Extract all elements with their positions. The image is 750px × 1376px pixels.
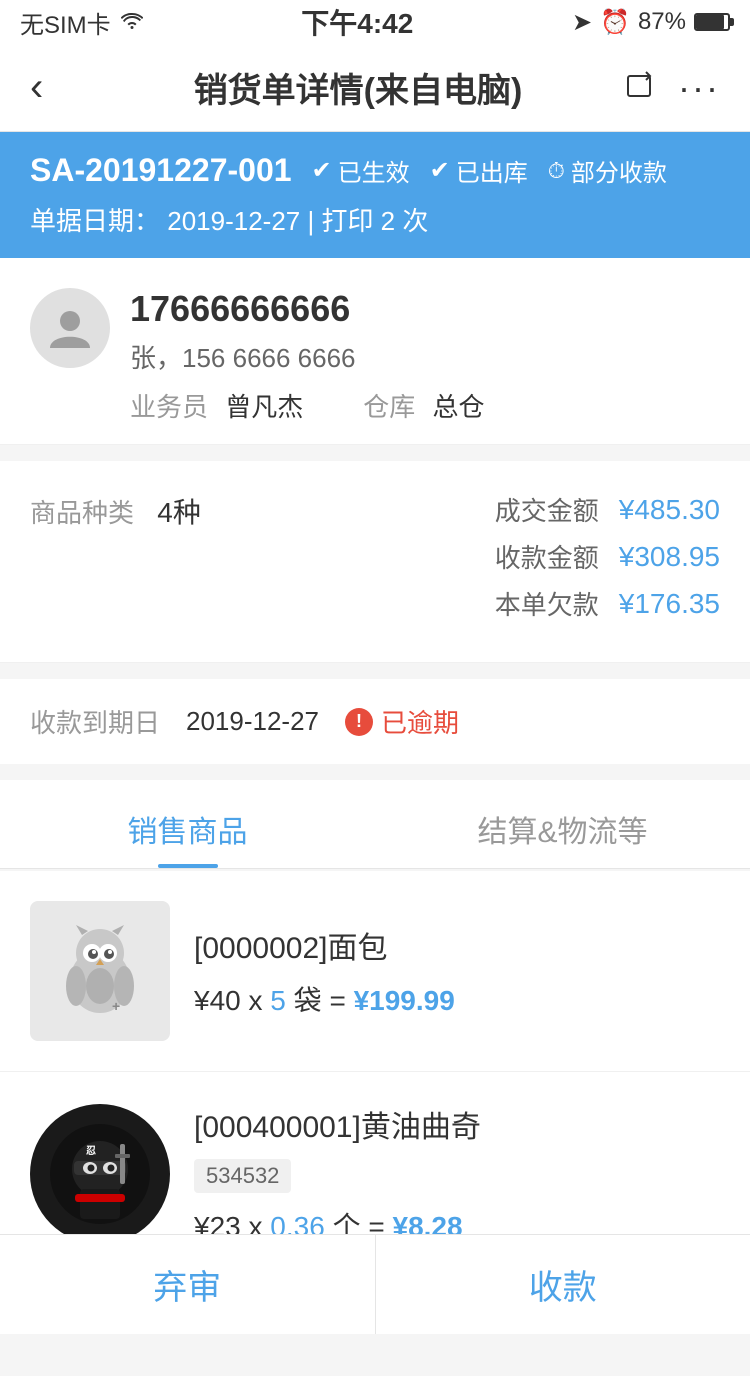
- product-item: + [0000002]面包 ¥40 x 5 袋 = ¥199.99: [0, 871, 750, 1072]
- salesman-info: 业务员 曾凡杰: [130, 387, 303, 424]
- customer-id: 17666666666: [130, 288, 720, 330]
- more-button[interactable]: ···: [678, 67, 720, 109]
- overdue-icon: !: [345, 708, 373, 736]
- status-bar: 无SIM卡 下午4:42 ➤ ⏰ 87%: [0, 0, 750, 44]
- product-info-2: [000400001]黄油曲奇 534532 ¥23 x 0.36 个 = ¥8…: [194, 1102, 720, 1245]
- check-icon-2: ✔: [430, 156, 450, 185]
- due-section: 收款到期日 2019-12-27 ! 已逾期: [0, 679, 750, 764]
- status-bar-right: ➤ ⏰ 87%: [572, 8, 730, 37]
- wifi-icon: [121, 8, 143, 36]
- due-date-value: 2019-12-27: [186, 706, 319, 737]
- order-date: 2019-12-27: [167, 206, 300, 236]
- tab-underline: [158, 864, 218, 868]
- tab-products[interactable]: 销售商品: [0, 780, 375, 868]
- stats-section: 商品种类 4种 成交金额 ¥485.30 收款金额 ¥308.95 本单欠款 ¥…: [0, 461, 750, 663]
- transaction-label: 成交金额: [495, 491, 599, 528]
- owed-value: ¥176.35: [619, 588, 720, 620]
- warehouse-value: 总仓: [433, 392, 485, 422]
- owed-amount: 本单欠款 ¥176.35: [495, 585, 720, 622]
- stats-left: 商品种类 4种: [30, 491, 201, 632]
- badge-activated: ✔ 已生效: [312, 153, 410, 188]
- equals-1: =: [329, 985, 353, 1016]
- category-stats: 商品种类 4种: [30, 491, 201, 531]
- category-value: 4种: [157, 497, 201, 528]
- transaction-value: ¥485.30: [619, 494, 720, 526]
- product-name-1: [0000002]面包: [194, 923, 720, 967]
- product-name-2: [000400001]黄油曲奇: [194, 1102, 720, 1146]
- carrier-text: 无SIM卡: [20, 5, 111, 40]
- customer-phone: 张，156 6666 6666: [130, 338, 720, 375]
- battery-icon: [694, 13, 730, 31]
- svg-text:+: +: [112, 998, 120, 1014]
- back-button[interactable]: ‹: [30, 65, 90, 110]
- product-image-1: +: [30, 901, 170, 1041]
- share-button[interactable]: [626, 68, 658, 108]
- tab-settlement-label: 结算&物流等: [477, 807, 647, 851]
- product-title-2: 黄油曲奇: [361, 1111, 481, 1144]
- print-info: | 打印 2 次: [307, 206, 428, 236]
- header-banner: SA-20191227-001 ✔ 已生效 ✔ 已出库 ⏱ 部分收款 单据日期：…: [0, 132, 750, 258]
- overdue-badge: ! 已逾期: [345, 703, 459, 740]
- status-bar-time: 下午4:42: [301, 2, 413, 42]
- alarm-icon: ⏰: [600, 8, 630, 37]
- owed-label: 本单欠款: [495, 585, 599, 622]
- stats-grid: 商品种类 4种 成交金额 ¥485.30 收款金额 ¥308.95 本单欠款 ¥…: [30, 491, 720, 632]
- unit-1: 袋: [294, 985, 322, 1016]
- bottom-bar: 弃审 收款: [0, 1234, 750, 1334]
- product-title-1: 面包: [327, 932, 387, 965]
- due-label: 收款到期日: [30, 703, 160, 740]
- tabs: 销售商品 结算&物流等: [0, 780, 750, 868]
- category-label: 商品种类: [30, 498, 134, 528]
- collected-amount: 收款金额 ¥308.95: [495, 538, 720, 575]
- price-x-1: x: [249, 985, 271, 1016]
- cancel-button[interactable]: 弃审: [0, 1235, 376, 1334]
- overdue-label: 已逾期: [381, 703, 459, 740]
- tabs-section: 销售商品 结算&物流等: [0, 780, 750, 869]
- price-base-1: ¥40: [194, 985, 241, 1016]
- tab-settlement[interactable]: 结算&物流等: [375, 780, 750, 868]
- header-banner-bottom: 单据日期： 2019-12-27 | 打印 2 次: [30, 201, 720, 238]
- tab-products-label: 销售商品: [128, 807, 248, 851]
- product-image-2: 忍: [30, 1104, 170, 1244]
- warehouse-info: 仓库 总仓: [363, 387, 484, 424]
- nav-bar: ‹ 销货单详情(来自电脑) ···: [0, 44, 750, 132]
- customer-section: 17666666666 张，156 6666 6666 业务员 曾凡杰 仓库 总…: [0, 258, 750, 445]
- clock-icon: ⏱: [548, 158, 565, 184]
- location-icon: ➤: [572, 8, 592, 37]
- check-icon-1: ✔: [312, 156, 332, 185]
- sku-badge: 534532: [194, 1159, 291, 1193]
- products-section: + [0000002]面包 ¥40 x 5 袋 = ¥199.99: [0, 871, 750, 1276]
- product-info-1: [0000002]面包 ¥40 x 5 袋 = ¥199.99: [194, 923, 720, 1019]
- stats-right: 成交金额 ¥485.30 收款金额 ¥308.95 本单欠款 ¥176.35: [495, 491, 720, 632]
- salesman-label: 业务员: [130, 392, 208, 422]
- customer-info: 17666666666 张，156 6666 6666 业务员 曾凡杰 仓库 总…: [130, 288, 720, 424]
- avatar: [30, 288, 110, 368]
- svg-text:忍: 忍: [86, 1145, 96, 1157]
- customer-meta: 业务员 曾凡杰 仓库 总仓: [130, 387, 720, 424]
- product-code-1: [0000002]: [194, 932, 327, 965]
- product-price-1: ¥40 x 5 袋 = ¥199.99: [194, 979, 720, 1019]
- total-1: ¥199.99: [354, 985, 455, 1016]
- collected-label: 收款金额: [495, 538, 599, 575]
- badge-partial-payment: ⏱ 部分收款: [548, 153, 667, 188]
- product-code-2: [000400001]: [194, 1111, 361, 1144]
- battery-text: 87%: [638, 8, 686, 36]
- order-id: SA-20191227-001: [30, 152, 292, 189]
- date-label: 单据日期：: [30, 206, 160, 236]
- warehouse-label: 仓库: [363, 392, 415, 422]
- badge-shipped: ✔ 已出库: [430, 153, 528, 188]
- salesman-value: 曾凡杰: [225, 392, 303, 422]
- status-bar-left: 无SIM卡: [20, 5, 143, 40]
- nav-actions: ···: [626, 67, 720, 109]
- qty-1: 5: [270, 985, 286, 1016]
- collected-value: ¥308.95: [619, 541, 720, 573]
- confirm-button[interactable]: 收款: [376, 1235, 750, 1334]
- page-title: 销货单详情(来自电脑): [194, 63, 523, 112]
- header-banner-top: SA-20191227-001 ✔ 已生效 ✔ 已出库 ⏱ 部分收款: [30, 152, 720, 189]
- transaction-amount: 成交金额 ¥485.30: [495, 491, 720, 528]
